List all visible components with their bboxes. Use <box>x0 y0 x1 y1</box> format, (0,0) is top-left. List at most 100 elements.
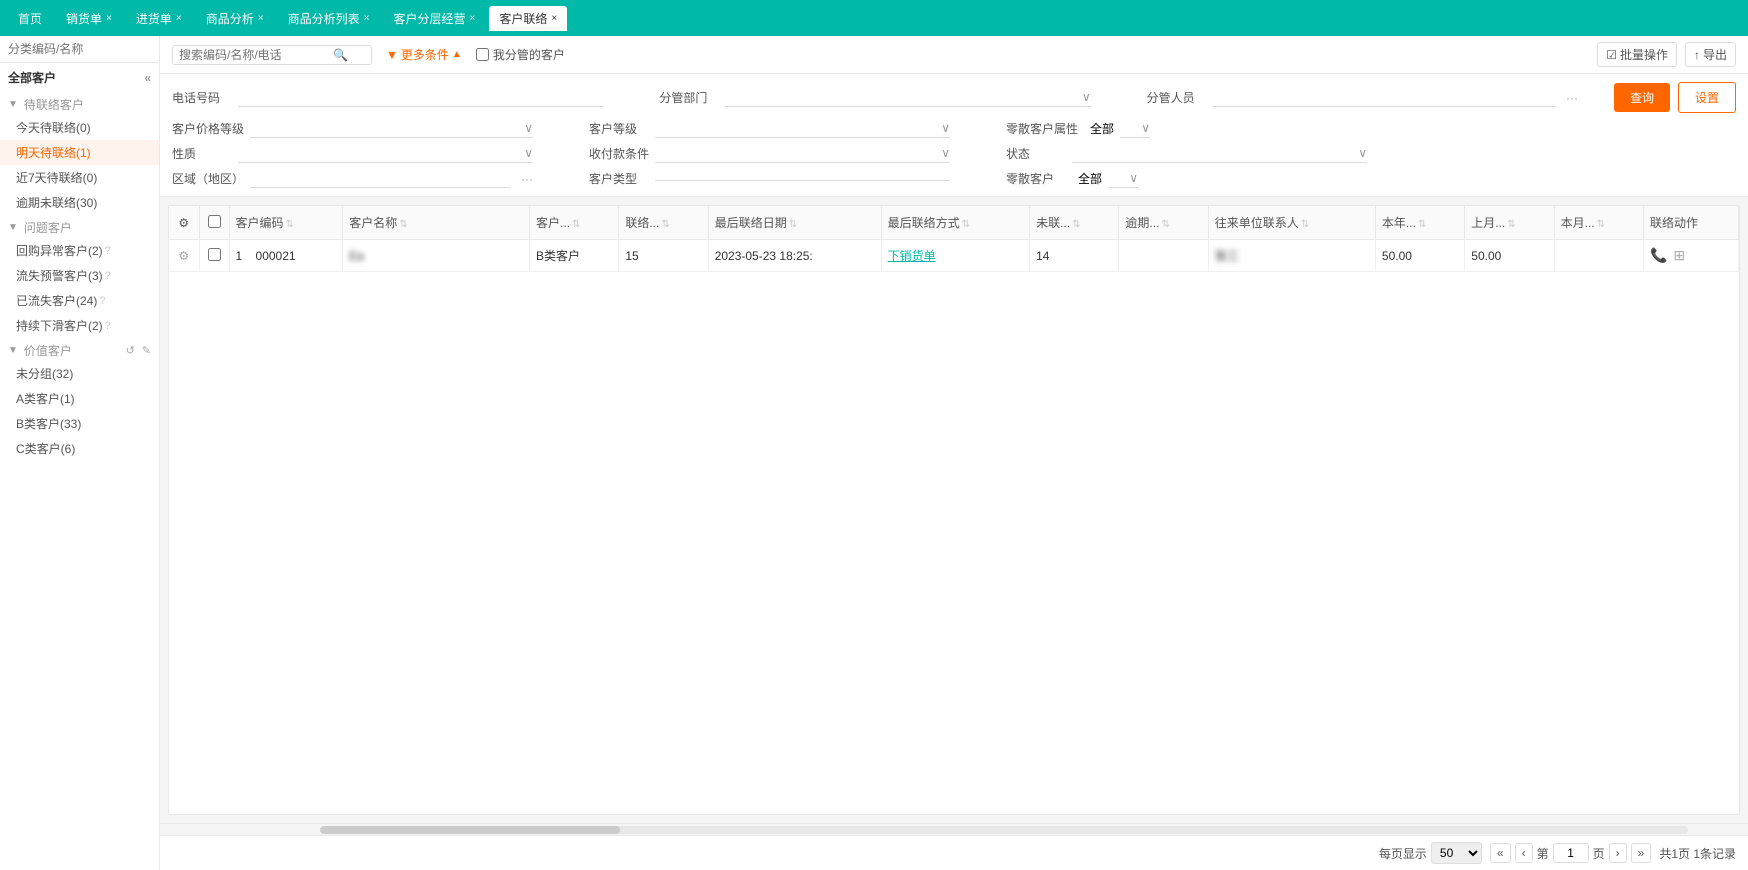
sort-this-month-icon[interactable]: ⇅ <box>1597 219 1605 230</box>
nav-customer-tier[interactable]: 客户分层经营 × <box>383 6 485 31</box>
sidebar: 🔍 全部客户 « ▼ 待联络客户 今天待联络(0) 明天待联络(1) 近7天待联… <box>0 36 160 870</box>
filter-phone: 电话号码 <box>172 88 603 107</box>
sort-name-icon[interactable]: ⇅ <box>399 219 407 230</box>
prev-page-btn[interactable]: ‹ <box>1515 843 1533 863</box>
region-dots[interactable]: ··· <box>521 172 533 186</box>
td-actions: 📞 ⊞ <box>1643 240 1738 272</box>
page-input[interactable] <box>1553 843 1589 863</box>
region-input[interactable] <box>250 169 511 188</box>
search-icon[interactable]: 🔍 <box>333 48 348 62</box>
sort-no-contact-icon[interactable]: ⇅ <box>1072 219 1080 230</box>
retail-attr-select[interactable]: ∨ <box>1120 119 1150 138</box>
next-page-btn[interactable]: › <box>1609 843 1627 863</box>
my-customers-checkbox[interactable] <box>476 48 489 61</box>
td-seq-code: 1 000021 <box>229 240 343 272</box>
retail-select[interactable]: ∨ <box>1108 169 1138 188</box>
type-select[interactable] <box>655 176 950 181</box>
churn-warning-info-icon[interactable]: ? <box>105 270 111 282</box>
value-edit-icon[interactable]: ✎ <box>142 344 151 357</box>
sidebar-collapse-icon[interactable]: « <box>144 71 151 85</box>
setting-btn[interactable]: 设置 <box>1678 82 1736 113</box>
sort-code-icon[interactable]: ⇅ <box>286 219 294 230</box>
more-filter-btn[interactable]: ▼ 更多条件 ▲ <box>380 44 468 65</box>
batch-btn[interactable]: ☑ 批量操作 <box>1597 42 1677 67</box>
close-purchase-icon[interactable]: × <box>176 13 182 24</box>
filter-row-2: 客户价格等级 ∨ 客户等级 ∨ 零散客户属性 全部 <box>172 119 1736 138</box>
group-problem-customers[interactable]: ▼ 问题客户 <box>0 215 159 238</box>
repurchase-info-icon[interactable]: ? <box>105 245 111 257</box>
sidebar-item-ungroup[interactable]: 未分组(32) <box>0 361 159 386</box>
nature-select[interactable]: ∨ <box>238 144 533 163</box>
export-btn-label: 导出 <box>1703 46 1727 63</box>
nav-home[interactable]: 首页 <box>8 6 52 31</box>
sidebar-item-7days[interactable]: 近7天待联络(0) <box>0 165 159 190</box>
td-contacts: 15 <box>619 240 708 272</box>
phone-action-icon[interactable]: 📞 <box>1650 247 1667 264</box>
page-size-select[interactable]: 50 10 20 100 <box>1431 842 1482 864</box>
sort-overdue-icon[interactable]: ⇅ <box>1161 219 1169 230</box>
first-page-btn[interactable]: « <box>1490 843 1511 863</box>
search-input[interactable] <box>179 48 329 62</box>
price-level-select[interactable]: ∨ <box>250 119 533 138</box>
dept-select[interactable]: ∨ <box>725 88 1090 107</box>
group-pending-contact[interactable]: ▼ 待联络客户 <box>0 92 159 115</box>
status-select[interactable]: ∨ <box>1072 144 1367 163</box>
table-footer: 每页显示 50 10 20 100 « ‹ 第 页 › » 共1页 1条记录 <box>160 835 1748 870</box>
sidebar-item-class-a[interactable]: A类客户(1) <box>0 386 159 411</box>
select-all-checkbox[interactable] <box>208 215 221 228</box>
sidebar-item-class-c[interactable]: C类客户(6) <box>0 436 159 461</box>
declining-info-icon[interactable]: ? <box>105 320 111 332</box>
sidebar-item-churn-warning[interactable]: 流失预警客户(3) ? <box>0 263 159 288</box>
row-last-method-link[interactable]: 下销货单 <box>888 249 936 263</box>
nav-customer-contact[interactable]: 客户联络 × <box>489 6 567 31</box>
customer-level-select[interactable]: ∨ <box>655 119 950 138</box>
sidebar-item-tomorrow[interactable]: 明天待联络(1) <box>0 140 159 165</box>
query-btn[interactable]: 查询 <box>1614 83 1670 112</box>
phone-input[interactable] <box>238 88 603 107</box>
horizontal-scrollbar[interactable] <box>160 823 1748 835</box>
retail-attr-chevron-icon: ∨ <box>1141 121 1150 135</box>
sidebar-item-overdue[interactable]: 逾期未联络(30) <box>0 190 159 215</box>
region-label: 区域（地区） <box>172 170 244 187</box>
close-product-list-icon[interactable]: × <box>364 13 370 24</box>
sidebar-search-input[interactable] <box>8 42 160 56</box>
last-page-btn[interactable]: » <box>1631 843 1652 863</box>
payment-select[interactable]: ∨ <box>655 144 950 163</box>
top-nav: 首页 销货单 × 进货单 × 商品分析 × 商品分析列表 × 客户分层经营 × … <box>0 0 1748 36</box>
nav-product-list[interactable]: 商品分析列表 × <box>278 6 380 31</box>
sidebar-item-repurchase[interactable]: 回购异常客户(2) ? <box>0 238 159 263</box>
manager-dots[interactable]: ··· <box>1566 91 1578 105</box>
th-overdue: 逾期...⇅ <box>1119 206 1208 240</box>
sort-unit-icon[interactable]: ⇅ <box>1301 219 1309 230</box>
sidebar-item-today[interactable]: 今天待联络(0) <box>0 115 159 140</box>
grid-action-icon[interactable]: ⊞ <box>1673 247 1685 264</box>
close-customer-tier-icon[interactable]: × <box>469 13 475 24</box>
sidebar-item-class-b[interactable]: B类客户(33) <box>0 411 159 436</box>
sidebar-item-churned[interactable]: 已流失客户(24) ? <box>0 288 159 313</box>
sort-type-icon[interactable]: ⇅ <box>572 219 580 230</box>
sort-last-date-icon[interactable]: ⇅ <box>789 219 797 230</box>
close-customer-contact-icon[interactable]: × <box>551 13 557 24</box>
total-info: 共1页 1条记录 <box>1659 845 1736 862</box>
sort-contacts-icon[interactable]: ⇅ <box>661 219 669 230</box>
close-product-analysis-icon[interactable]: × <box>258 13 264 24</box>
all-customers-header[interactable]: 全部客户 « <box>0 63 159 92</box>
value-refresh-icon[interactable]: ↺ <box>126 344 135 357</box>
th-this-month: 本月...⇅ <box>1554 206 1643 240</box>
close-sales-icon[interactable]: × <box>106 13 112 24</box>
page-size-wrap: 每页显示 50 10 20 100 <box>1379 842 1482 864</box>
sort-last-method-icon[interactable]: ⇅ <box>962 219 970 230</box>
td-type: B类客户 <box>530 240 619 272</box>
type-label: 客户类型 <box>589 170 649 187</box>
nav-product-analysis[interactable]: 商品分析 × <box>196 6 274 31</box>
manager-input[interactable] <box>1213 88 1556 107</box>
sidebar-item-declining[interactable]: 持续下滑客户(2) ? <box>0 313 159 338</box>
export-btn[interactable]: ↑ 导出 <box>1685 42 1736 67</box>
nav-purchase[interactable]: 进货单 × <box>126 6 192 31</box>
sort-last-month-icon[interactable]: ⇅ <box>1507 219 1515 230</box>
sort-this-year-icon[interactable]: ⇅ <box>1418 219 1426 230</box>
nav-sales[interactable]: 销货单 × <box>56 6 122 31</box>
group-value-customers[interactable]: ▼ 价值客户 ↺ ✎ <box>0 338 159 361</box>
row-checkbox[interactable] <box>208 248 221 261</box>
churned-info-icon[interactable]: ? <box>99 295 105 307</box>
